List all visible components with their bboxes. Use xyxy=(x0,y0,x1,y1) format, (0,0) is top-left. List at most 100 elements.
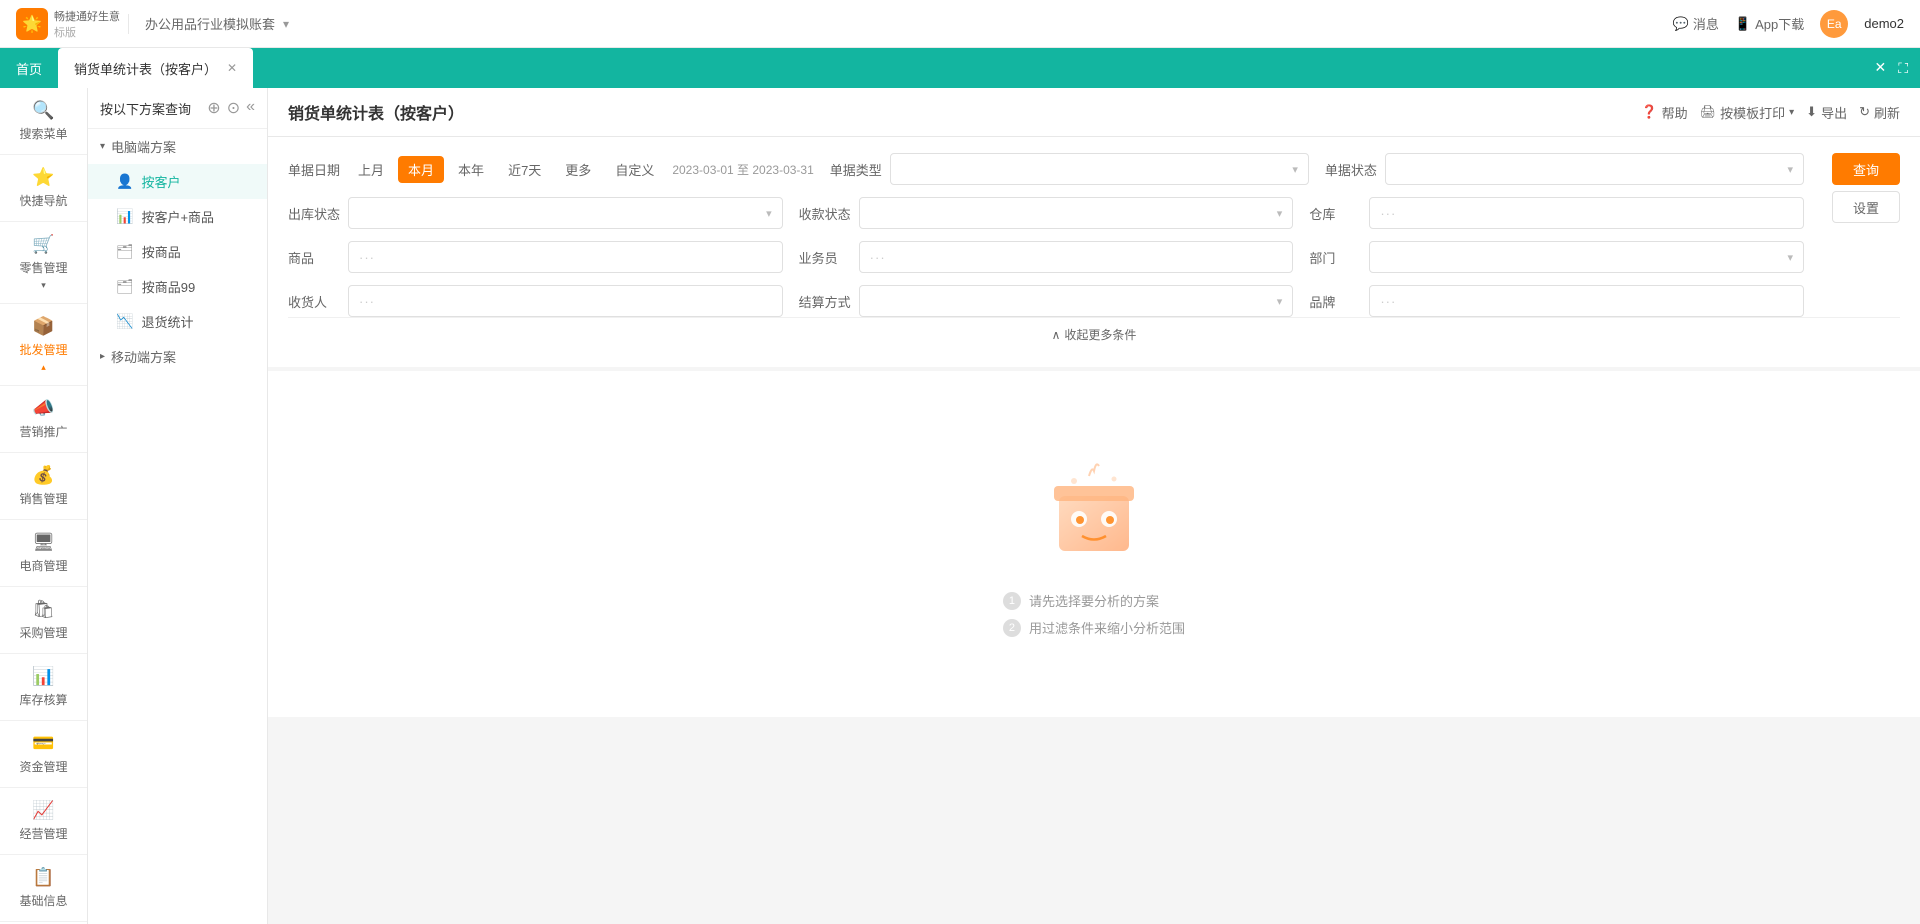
sidebar-item-inventory[interactable]: 📊 库存核算 xyxy=(0,654,87,721)
empty-tips: 1 请先选择要分析的方案 2 用过滤条件来缩小分析范围 xyxy=(1003,591,1185,637)
scheme-panel: 按以下方案查询 ⊕ ⊙ « ▾ 电脑端方案 👤 按客户 📊 按 xyxy=(88,88,268,924)
sidebar-item-finance[interactable]: 💳 资金管理 xyxy=(0,721,87,788)
sidebar-item-shortcut[interactable]: ⭐ 快捷导航 xyxy=(0,155,87,222)
setting-button[interactable]: 设置 xyxy=(1832,191,1900,223)
sidebar-item-ecommerce[interactable]: 🖥 电商管理 xyxy=(0,520,87,587)
department-control[interactable]: ▾ xyxy=(1369,241,1804,273)
export-btn[interactable]: ⬇ 导出 xyxy=(1806,103,1847,122)
receipt-control[interactable]: ▾ xyxy=(859,197,1294,229)
sidebar-item-operation[interactable]: 📈 经营管理 xyxy=(0,788,87,855)
desktop-group-label: 电脑端方案 xyxy=(111,137,176,156)
print-dropdown-icon: ▾ xyxy=(1789,107,1794,118)
query-button[interactable]: 查询 xyxy=(1832,153,1900,185)
consignee-control[interactable]: ··· xyxy=(348,285,783,317)
close-tab-icon[interactable]: ✕ xyxy=(227,61,237,75)
divider xyxy=(128,14,129,34)
scheme-item-by-customer[interactable]: 👤 按客户 xyxy=(88,164,267,199)
settings-scheme-icon[interactable]: ⊙ xyxy=(227,98,240,118)
collapse-label: 收起更多条件 xyxy=(1064,326,1136,343)
collapse-bar[interactable]: ∧ 收起更多条件 xyxy=(288,317,1900,351)
settlement-control[interactable]: ▾ xyxy=(859,285,1294,317)
date-tab-more[interactable]: 更多 xyxy=(555,156,601,183)
empty-state: 1 请先选择要分析的方案 2 用过滤条件来缩小分析范围 xyxy=(268,371,1920,717)
expand-mobile-icon: ▸ xyxy=(100,351,105,362)
fullscreen-icon[interactable]: ⛶ xyxy=(1898,60,1908,77)
maximize-icon[interactable]: ✕ xyxy=(1874,59,1886,77)
collapse-up-icon: ∧ xyxy=(1052,328,1061,342)
mobile-group-label: 移动端方案 xyxy=(111,347,176,366)
page-title: 销货单统计表（按客户） xyxy=(288,100,464,124)
tab-home[interactable]: 首页 xyxy=(0,48,58,88)
sidebar-item-retail[interactable]: 🛒 零售管理 ▾ xyxy=(0,222,87,304)
product-label: 商品 xyxy=(288,248,340,267)
logo-area: 🌟 畅捷通好生意 标版 xyxy=(16,8,120,40)
dropdown-icon[interactable]: ▾ xyxy=(283,17,289,31)
scheme-item-by-product-99[interactable]: 🗂 按商品99 xyxy=(88,269,267,304)
collapse-scheme-icon[interactable]: « xyxy=(246,98,255,118)
date-tab-last-month[interactable]: 上月 xyxy=(348,156,394,183)
product-control[interactable]: ··· xyxy=(348,241,783,273)
filter-row-1: 单据日期 上月 本月 xyxy=(288,153,1900,317)
mobile-group-title[interactable]: ▸ 移动端方案 xyxy=(88,339,267,374)
date-tab-this-year[interactable]: 本年 xyxy=(448,156,494,183)
salesman-control[interactable]: ··· xyxy=(859,241,1294,273)
warehouse-filter-item: 仓库 ··· xyxy=(1309,197,1804,229)
order-status-control[interactable]: ▾ xyxy=(1385,153,1804,185)
sidebar-item-search[interactable]: 🔍 搜索菜单 xyxy=(0,88,87,155)
page-header: 销货单统计表（按客户） ❓ 帮助 🖨 按模板打印 ▾ ⬇ 导出 xyxy=(268,88,1920,137)
message-icon: 💬 xyxy=(1673,16,1689,32)
warehouse-label: 仓库 xyxy=(1309,204,1361,223)
date-tab-custom[interactable]: 自定义 xyxy=(605,156,664,183)
brand-filter-item: 品牌 ··· xyxy=(1309,285,1804,317)
receipt-chevron: ▾ xyxy=(1277,207,1283,220)
help-btn[interactable]: ❓ 帮助 xyxy=(1641,103,1687,122)
date-tab-7days[interactable]: 近7天 xyxy=(498,156,551,183)
order-type-label: 单据类型 xyxy=(830,160,882,179)
scheme-item-return-stat[interactable]: 📉 退货统计 xyxy=(88,304,267,339)
app-download-btn[interactable]: 📱 App下载 xyxy=(1735,14,1804,33)
grid2-icon: 🗂 xyxy=(116,278,134,295)
chart-icon: 📊 xyxy=(32,666,54,687)
scheme-title: 按以下方案查询 xyxy=(100,99,199,118)
sidebar-item-basic[interactable]: 📋 基础信息 xyxy=(0,855,87,922)
decline-icon: 📉 xyxy=(116,313,133,330)
date-tab-this-month[interactable]: 本月 xyxy=(398,156,444,183)
logo-icon: 🌟 xyxy=(16,8,48,40)
sidebar-item-sales[interactable]: 💰 销售管理 xyxy=(0,453,87,520)
desktop-scheme-group: ▾ 电脑端方案 👤 按客户 📊 按客户+商品 🗂 按商品 🗂 按商品 xyxy=(88,129,267,339)
warehouse-control[interactable]: ··· xyxy=(1369,197,1804,229)
settlement-chevron: ▾ xyxy=(1277,295,1283,308)
desktop-group-title[interactable]: ▾ 电脑端方案 xyxy=(88,129,267,164)
sidebar-item-purchase[interactable]: 🛍 采购管理 xyxy=(0,587,87,654)
date-tabs: 上月 本月 本年 xyxy=(348,156,664,183)
expand-icon: ▾ xyxy=(100,141,105,152)
sidebar-item-wholesale[interactable]: 📦 批发管理 ▴ xyxy=(0,304,87,386)
scheme-item-by-customer-product[interactable]: 📊 按客户+商品 xyxy=(88,199,267,234)
sidebar-item-marketing[interactable]: 📣 营销推广 xyxy=(0,386,87,453)
brand-label: 品牌 xyxy=(1309,292,1361,311)
action-buttons: 查询 设置 xyxy=(1832,153,1900,223)
main-layout: 🔍 搜索菜单 ⭐ 快捷导航 🛒 零售管理 ▾ 📦 批发管理 ▴ 📣 营销推广 💰… xyxy=(0,88,1920,924)
outbound-control[interactable]: ▾ xyxy=(348,197,783,229)
sales-stat-tab-label: 销货单统计表（按客户） xyxy=(74,59,217,78)
settlement-label: 结算方式 xyxy=(799,292,851,311)
scheme-item-by-product[interactable]: 🗂 按商品 xyxy=(88,234,267,269)
main-content: 销货单统计表（按客户） ❓ 帮助 🖨 按模板打印 ▾ ⬇ 导出 xyxy=(268,88,1920,924)
order-status-filter-item: 单据状态 ▾ xyxy=(1325,153,1804,185)
date-range: 2023-03-01 至 2023-03-31 xyxy=(672,161,813,178)
mobile-scheme-group: ▸ 移动端方案 xyxy=(88,339,267,374)
tab-sales-stat[interactable]: 销货单统计表（按客户） ✕ xyxy=(58,48,253,88)
print-btn[interactable]: 🖨 按模板打印 ▾ xyxy=(1700,103,1795,122)
refresh-btn[interactable]: ↻ 刷新 xyxy=(1859,103,1900,122)
add-scheme-icon[interactable]: ⊕ xyxy=(207,98,220,118)
outbound-chevron: ▾ xyxy=(766,207,772,220)
brand-control[interactable]: ··· xyxy=(1369,285,1804,317)
settlement-filter-item: 结算方式 ▾ xyxy=(799,285,1294,317)
order-status-label: 单据状态 xyxy=(1325,160,1377,179)
empty-tip-2: 2 用过滤条件来缩小分析范围 xyxy=(1003,618,1185,637)
line-chart-icon: 📈 xyxy=(32,800,54,821)
message-btn[interactable]: 💬 消息 xyxy=(1673,14,1719,33)
order-type-control[interactable]: ▾ xyxy=(890,153,1309,185)
home-tab-label: 首页 xyxy=(16,59,42,78)
avatar[interactable]: Ea xyxy=(1820,10,1848,38)
